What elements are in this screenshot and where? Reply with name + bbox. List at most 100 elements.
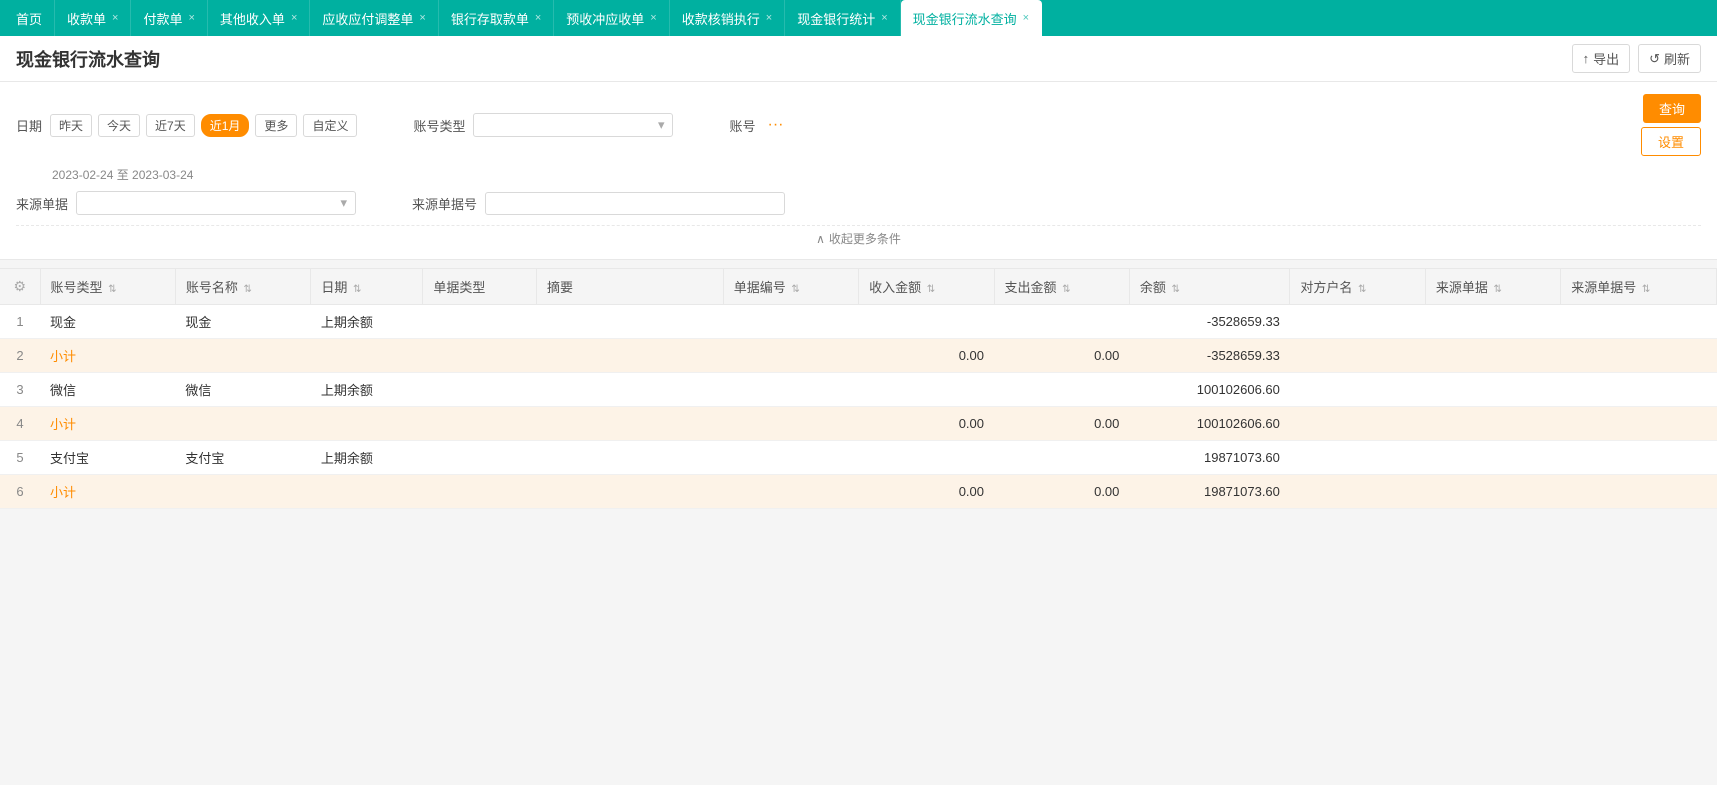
settings-button[interactable]: 设置 xyxy=(1641,127,1701,156)
date-7days[interactable]: 近7天 xyxy=(146,114,195,137)
collapse-filters-btn[interactable]: ∧ 收起更多条件 xyxy=(16,225,1701,251)
nav-item-bank-deposit[interactable]: 银行存取款单 × xyxy=(439,0,554,36)
col-income: 收入金额 ⇅ xyxy=(859,269,994,305)
row-counterparty xyxy=(1290,305,1425,339)
row-source-doc-no xyxy=(1561,305,1717,339)
row-doc-no xyxy=(723,305,858,339)
nav-collect-execute-close[interactable]: × xyxy=(766,12,772,24)
row-expense: 0.00 xyxy=(994,339,1129,373)
row-counterparty xyxy=(1290,441,1425,475)
source-doc-chevron: ▾ xyxy=(340,195,347,211)
date-today[interactable]: 今天 xyxy=(98,114,140,137)
nav-item-prepay-flush[interactable]: 预收冲应收单 × xyxy=(554,0,669,36)
table-settings-icon[interactable]: ⚙ xyxy=(13,278,26,294)
row-source-doc xyxy=(1425,475,1560,509)
row-summary xyxy=(536,475,723,509)
nav-item-cash-bank-flow[interactable]: 现金银行流水查询 × xyxy=(901,0,1042,36)
row-counterparty xyxy=(1290,373,1425,407)
nav-item-home[interactable]: 首页 xyxy=(4,0,55,36)
date-1month[interactable]: 近1月 xyxy=(201,114,250,137)
source-doc-select[interactable]: ▾ xyxy=(76,191,356,215)
col-source-doc-sort[interactable]: ⇅ xyxy=(1493,284,1501,295)
nav-other-income-close[interactable]: × xyxy=(291,12,297,24)
col-income-sort[interactable]: ⇅ xyxy=(927,284,935,295)
nav-collect-execute-label: 收款核销执行 xyxy=(682,9,760,28)
row-summary xyxy=(536,339,723,373)
col-source-doc-no-label: 来源单据号 xyxy=(1571,280,1636,295)
col-counterparty: 对方户名 ⇅ xyxy=(1290,269,1425,305)
table-row[interactable]: 6小计0.000.0019871073.60 xyxy=(0,475,1717,509)
col-counterparty-label: 对方户名 xyxy=(1300,280,1352,295)
account-filter: 账号 ··· xyxy=(729,116,787,135)
row-account-name xyxy=(175,339,310,373)
date-yesterday[interactable]: 昨天 xyxy=(50,114,92,137)
nav-item-other-income[interactable]: 其他收入单 × xyxy=(208,0,310,36)
table-row[interactable]: 1现金现金上期余额-3528659.33 xyxy=(0,305,1717,339)
date-range-text: 2023-02-24 至 2023-03-24 xyxy=(52,168,193,182)
account-type-chevron: ▾ xyxy=(658,117,665,133)
row-source-doc xyxy=(1425,441,1560,475)
row-balance: 19871073.60 xyxy=(1129,475,1290,509)
table-row[interactable]: 3微信微信上期余额100102606.60 xyxy=(0,373,1717,407)
row-number: 5 xyxy=(0,441,40,475)
row-balance: -3528659.33 xyxy=(1129,305,1290,339)
nav-other-income-label: 其他收入单 xyxy=(220,9,285,28)
nav-payment-close[interactable]: × xyxy=(188,12,194,24)
nav-prepay-flush-close[interactable]: × xyxy=(650,12,656,24)
nav-bank-deposit-close[interactable]: × xyxy=(535,12,541,24)
nav-item-collect-execute[interactable]: 收款核销执行 × xyxy=(670,0,785,36)
nav-cash-bank-flow-label: 现金银行流水查询 xyxy=(913,9,1017,28)
row-doc-type xyxy=(423,441,537,475)
nav-receipt-close[interactable]: × xyxy=(112,12,118,24)
nav-payment-label: 付款单 xyxy=(143,9,182,28)
col-settings[interactable]: ⚙ xyxy=(0,269,40,305)
filter-row-1: 日期 昨天 今天 近7天 近1月 更多 自定义 账号类型 ▾ 账号 ··· xyxy=(16,94,1701,156)
date-more[interactable]: 更多 xyxy=(255,114,297,137)
col-date-sort[interactable]: ⇅ xyxy=(353,284,361,295)
row-income: 0.00 xyxy=(859,407,994,441)
row-income xyxy=(859,305,994,339)
account-type-filter: 账号类型 ▾ xyxy=(413,113,673,137)
date-options: 昨天 今天 近7天 近1月 更多 自定义 xyxy=(50,114,357,137)
col-expense-sort[interactable]: ⇅ xyxy=(1062,284,1070,295)
nav-receipt-label: 收款单 xyxy=(67,9,106,28)
table-row[interactable]: 4小计0.000.00100102606.60 xyxy=(0,407,1717,441)
row-summary xyxy=(536,407,723,441)
col-account-name-sort[interactable]: ⇅ xyxy=(244,284,252,295)
row-expense xyxy=(994,305,1129,339)
nav-item-ar-ap-adjust[interactable]: 应收应付调整单 × xyxy=(310,0,438,36)
query-button[interactable]: 查询 xyxy=(1643,94,1701,123)
nav-item-cash-bank-stat[interactable]: 现金银行统计 × xyxy=(785,0,900,36)
export-button[interactable]: ↑ 导出 xyxy=(1572,44,1631,73)
export-icon: ↑ xyxy=(1583,51,1590,66)
row-source-doc-no xyxy=(1561,373,1717,407)
nav-item-receipt[interactable]: 收款单 × xyxy=(55,0,131,36)
table-body: 1现金现金上期余额-3528659.332小计0.000.00-3528659.… xyxy=(0,305,1717,509)
col-doc-no-sort[interactable]: ⇅ xyxy=(791,284,799,295)
col-counterparty-sort[interactable]: ⇅ xyxy=(1358,284,1366,295)
nav-ar-ap-adjust-close[interactable]: × xyxy=(419,12,425,24)
account-type-select[interactable]: ▾ xyxy=(473,113,673,137)
col-account-type-sort[interactable]: ⇅ xyxy=(108,284,116,295)
nav-cash-bank-flow-close[interactable]: × xyxy=(1023,12,1029,24)
table-row[interactable]: 2小计0.000.00-3528659.33 xyxy=(0,339,1717,373)
col-balance-sort[interactable]: ⇅ xyxy=(1172,284,1180,295)
row-account-type: 小计 xyxy=(40,475,175,509)
row-doc-type xyxy=(423,373,537,407)
col-source-doc-no-sort[interactable]: ⇅ xyxy=(1642,284,1650,295)
nav-bank-deposit-label: 银行存取款单 xyxy=(451,9,529,28)
source-doc-num-input[interactable] xyxy=(485,192,785,215)
row-income xyxy=(859,441,994,475)
row-counterparty xyxy=(1290,339,1425,373)
nav-item-payment[interactable]: 付款单 × xyxy=(131,0,207,36)
refresh-button[interactable]: ↺ 刷新 xyxy=(1638,44,1701,73)
table-row[interactable]: 5支付宝支付宝上期余额19871073.60 xyxy=(0,441,1717,475)
account-ellipsis[interactable]: ··· xyxy=(763,116,787,134)
col-doc-type: 单据类型 xyxy=(423,269,537,305)
row-expense xyxy=(994,373,1129,407)
date-custom[interactable]: 自定义 xyxy=(303,114,357,137)
nav-cash-bank-stat-close[interactable]: × xyxy=(881,12,887,24)
account-label: 账号 xyxy=(729,116,755,135)
row-counterparty xyxy=(1290,407,1425,441)
refresh-label: 刷新 xyxy=(1664,49,1690,68)
